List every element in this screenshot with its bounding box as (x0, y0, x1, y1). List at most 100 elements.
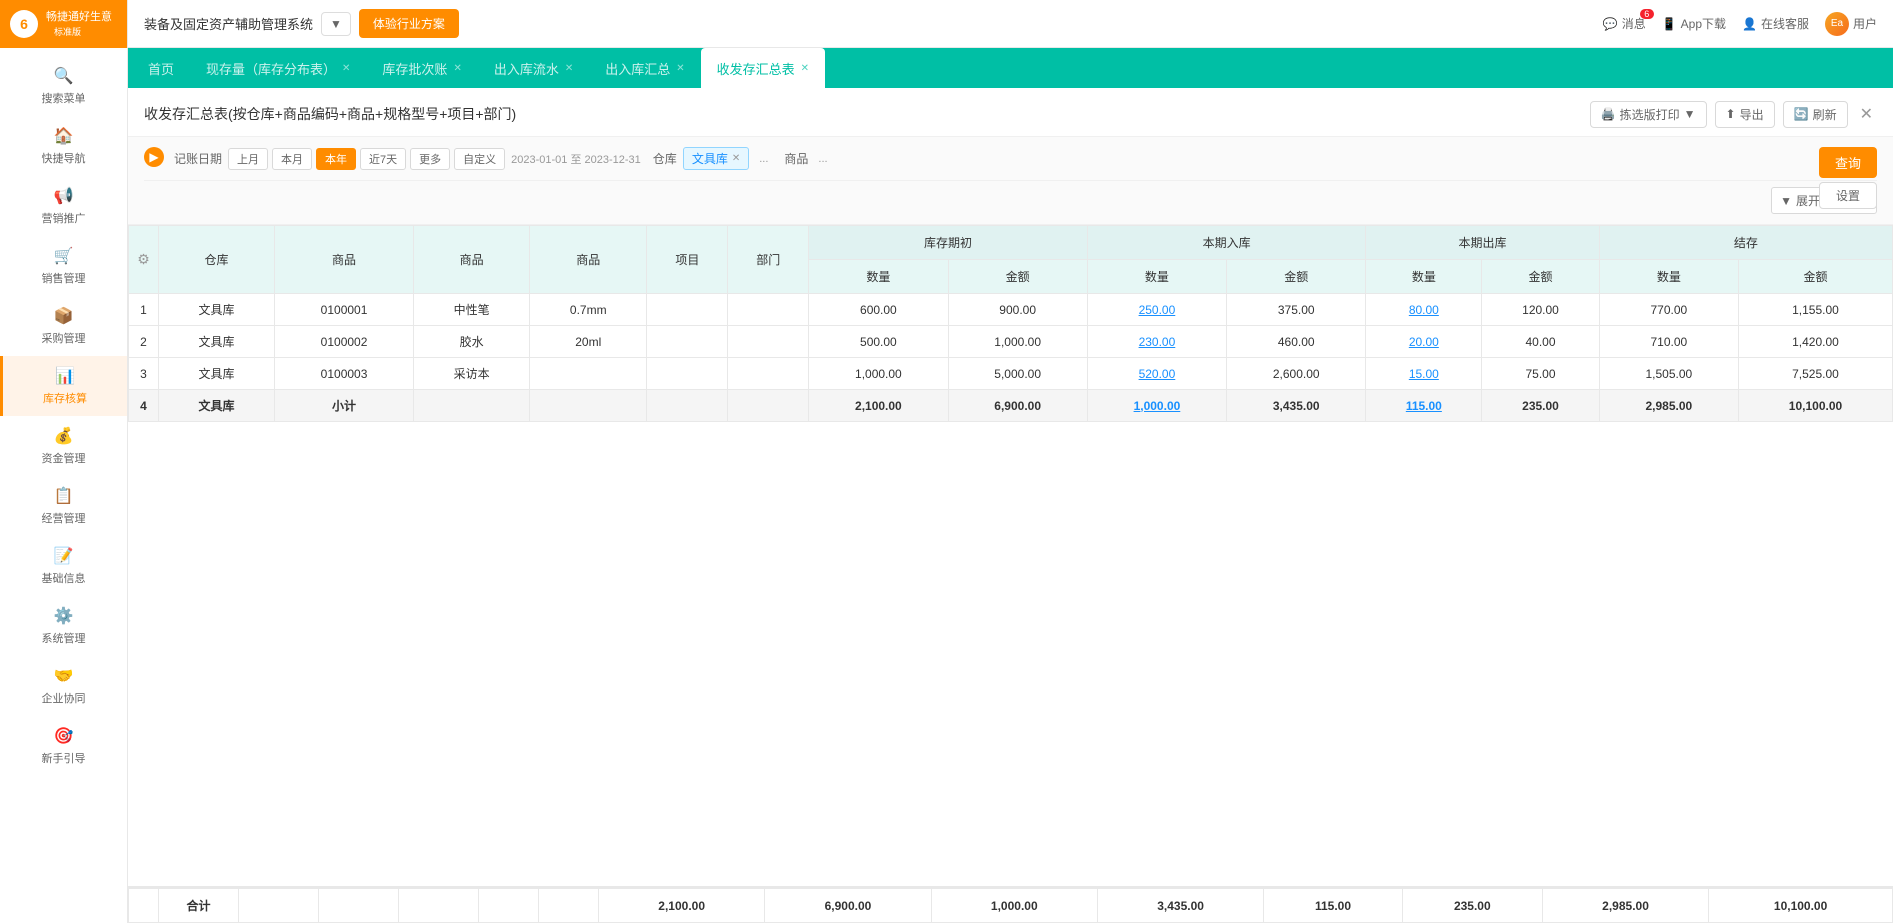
settings-button[interactable]: 设置 (1819, 182, 1877, 209)
warehouse-tag-close[interactable]: ✕ (732, 153, 740, 164)
experience-button[interactable]: 体验行业方案 (359, 9, 459, 38)
sidebar-item-operation[interactable]: 📋 经营管理 (0, 476, 127, 536)
subtotal-row: 4 文具库 小计 2,100.00 6,900.00 1,000.00 3,43… (129, 390, 1893, 422)
page-header: 收发存汇总表(按仓库+商品编码+商品+规格型号+项目+部门) 🖨️ 拣选版打印 … (128, 88, 1893, 137)
purchase-icon: 📦 (54, 306, 74, 326)
refresh-button[interactable]: 🔄 刷新 (1783, 101, 1848, 128)
row1-out-amount: 120.00 (1482, 294, 1599, 326)
date-btn-custom[interactable]: 自定义 (454, 148, 505, 170)
message-badge: 6 (1640, 9, 1654, 19)
sidebar-item-inventory[interactable]: 📊 库存核算 (0, 356, 127, 416)
tab-inout-summary-label: 出入库汇总 (605, 59, 670, 78)
sidebar-item-quick-nav[interactable]: 🏠 快捷导航 (0, 116, 127, 176)
tab-receive-summary[interactable]: 收发存汇总表 ✕ (701, 48, 825, 88)
row1-in-qty[interactable]: 250.00 (1087, 294, 1226, 326)
subtotal-out-qty[interactable]: 115.00 (1366, 390, 1482, 422)
date-btn-7days[interactable]: 近7天 (360, 148, 406, 170)
row1-goods-spec: 0.7mm (530, 294, 647, 326)
row2-department (728, 326, 809, 358)
date-btn-more[interactable]: 更多 (410, 148, 450, 170)
expand-row: ▼ 展开更多条件 (144, 180, 1877, 214)
data-table: ⚙ 仓库 商品 商品 商品 项目 部门 库存期初 本期入库 本期出库 结存 (128, 225, 1893, 422)
date-btn-this-year[interactable]: 本年 (316, 148, 356, 170)
row1-balance-amount: 1,155.00 (1738, 294, 1892, 326)
sales-icon: 🛒 (54, 246, 74, 266)
sidebar-item-search[interactable]: 🔍 搜索菜单 (0, 56, 127, 116)
column-settings-icon[interactable]: ⚙ (137, 251, 150, 267)
row1-goods-name: 中性笔 (414, 294, 530, 326)
row3-out-qty[interactable]: 15.00 (1366, 358, 1482, 390)
sidebar-item-system[interactable]: ⚙️ 系统管理 (0, 596, 127, 656)
tab-stock-dist[interactable]: 现存量（库存分布表） ✕ (190, 48, 366, 88)
goods-filter-group: 商品 ... (784, 150, 831, 167)
row2-in-amount: 460.00 (1227, 326, 1366, 358)
warehouse-more-btn[interactable]: ... (755, 151, 772, 167)
filter-toggle-button[interactable]: ▶ (144, 147, 164, 167)
avatar: Ea (1825, 12, 1849, 36)
logo-icon: 6 (10, 10, 38, 38)
date-range-display: 2023-01-01 至 2023-12-31 (511, 151, 641, 167)
tab-batch-label: 库存批次账 (382, 59, 447, 78)
row1-opening-amount: 900.00 (948, 294, 1087, 326)
row2-goods-spec: 20ml (530, 326, 647, 358)
tab-inout-flow-close[interactable]: ✕ (565, 63, 573, 74)
row3-warehouse: 文具库 (159, 358, 275, 390)
marketing-icon: 📢 (54, 186, 74, 206)
sidebar-item-guide[interactable]: 🎯 新手引导 (0, 716, 127, 776)
sidebar-item-marketing[interactable]: 📢 营销推广 (0, 176, 127, 236)
app-download-label: App下载 (1681, 15, 1726, 32)
print-label: 拣选版打印 (1620, 106, 1680, 123)
subtotal-in-qty[interactable]: 1,000.00 (1087, 390, 1226, 422)
col-goods-spec: 商品 (530, 226, 647, 294)
subtotal-balance-qty: 2,985.00 (1599, 390, 1738, 422)
warehouse-tag[interactable]: 文具库 ✕ (683, 147, 749, 170)
row2-opening-amount: 1,000.00 (948, 326, 1087, 358)
online-service-button[interactable]: 👤 在线客服 (1742, 15, 1809, 32)
app-download-button[interactable]: 📱 App下载 (1662, 15, 1726, 32)
tab-batch[interactable]: 库存批次账 ✕ (366, 48, 477, 88)
close-page-button[interactable]: ✕ (1856, 100, 1877, 128)
export-button[interactable]: ⬆ 导出 (1715, 101, 1775, 128)
sidebar-item-capital[interactable]: 💰 资金管理 (0, 416, 127, 476)
sidebar-label-enterprise: 企业协同 (42, 690, 86, 706)
sidebar-label-sales: 销售管理 (42, 270, 86, 286)
tab-stock-dist-close[interactable]: ✕ (342, 63, 350, 74)
query-button[interactable]: 查询 (1819, 147, 1877, 178)
subtotal-num: 4 (129, 390, 159, 422)
row3-goods-spec (530, 358, 647, 390)
sidebar-item-sales[interactable]: 🛒 销售管理 (0, 236, 127, 296)
sidebar-label-operation: 经营管理 (42, 510, 86, 526)
export-label: 导出 (1740, 106, 1764, 123)
goods-more-btn[interactable]: ... (814, 151, 831, 167)
sidebar-label-search: 搜索菜单 (42, 90, 86, 106)
date-btn-this-month[interactable]: 本月 (272, 148, 312, 170)
logo-tag: 标准版 (50, 26, 85, 38)
tab-inout-flow[interactable]: 出入库流水 ✕ (478, 48, 589, 88)
date-btn-last-month[interactable]: 上月 (228, 148, 268, 170)
subtotal-balance-amount: 10,100.00 (1738, 390, 1892, 422)
tab-inout-summary[interactable]: 出入库汇总 ✕ (589, 48, 700, 88)
message-button[interactable]: 💬 消息 6 (1603, 15, 1646, 32)
tab-inout-summary-close[interactable]: ✕ (676, 63, 684, 74)
sidebar-item-enterprise[interactable]: 🤝 企业协同 (0, 656, 127, 716)
table-footer: 合计 2,100.00 6,900.00 1,000.00 3,435.00 1… (128, 886, 1893, 923)
row1-out-qty[interactable]: 80.00 (1366, 294, 1482, 326)
print-dropdown-icon: ▼ (1684, 107, 1696, 121)
tab-bar: 首页 现存量（库存分布表） ✕ 库存批次账 ✕ 出入库流水 ✕ 出入库汇总 ✕ … (128, 48, 1893, 88)
system-select[interactable]: ▼ (321, 12, 351, 36)
tab-batch-close[interactable]: ✕ (453, 63, 461, 74)
row2-out-qty[interactable]: 20.00 (1366, 326, 1482, 358)
tab-home[interactable]: 首页 (132, 48, 190, 88)
row2-balance-qty: 710.00 (1599, 326, 1738, 358)
row1-num: 1 (129, 294, 159, 326)
sidebar-item-purchase[interactable]: 📦 采购管理 (0, 296, 127, 356)
print-button[interactable]: 🖨️ 拣选版打印 ▼ (1590, 101, 1707, 128)
tab-receive-summary-close[interactable]: ✕ (801, 63, 809, 74)
row2-in-qty[interactable]: 230.00 (1087, 326, 1226, 358)
user-menu[interactable]: Ea 用户 (1825, 12, 1877, 36)
capital-icon: 💰 (54, 426, 74, 446)
row3-in-qty[interactable]: 520.00 (1087, 358, 1226, 390)
warehouse-filter-label: 仓库 (653, 150, 677, 167)
row3-out-amount: 75.00 (1482, 358, 1599, 390)
sidebar-item-basic-info[interactable]: 📝 基础信息 (0, 536, 127, 596)
